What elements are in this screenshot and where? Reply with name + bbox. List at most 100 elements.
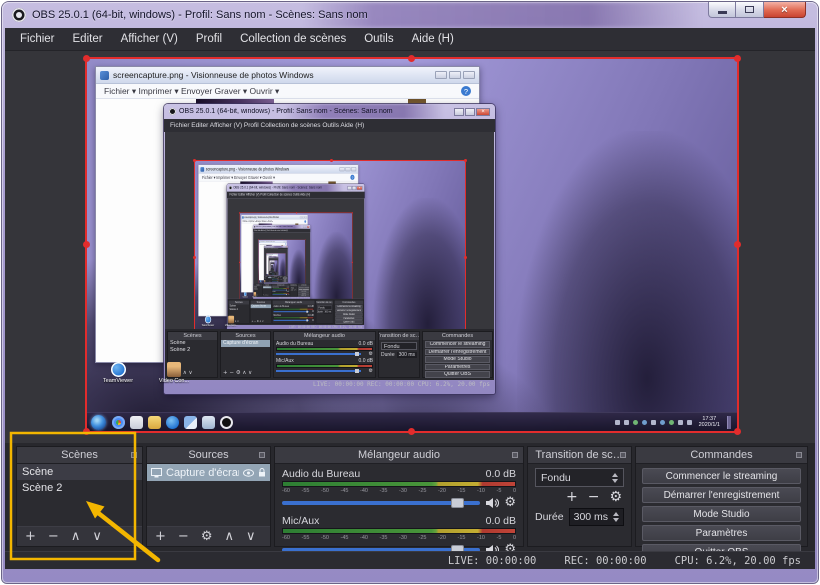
close-button[interactable]: × xyxy=(764,2,806,18)
title-bar[interactable]: OBS 25.0.1 (64-bit, windows) - Profil: S… xyxy=(2,2,818,28)
resize-handle[interactable] xyxy=(408,55,415,62)
volume-slider[interactable] xyxy=(282,497,481,508)
nested-desktop-slot: screencapture.png - Visionneuse de photo… xyxy=(258,239,306,284)
menu-outils[interactable]: Outils xyxy=(355,33,402,45)
scene-down-button[interactable]: ∨ xyxy=(92,530,102,543)
source-up-button[interactable]: ∧ xyxy=(224,530,234,543)
dock-float-icon[interactable] xyxy=(512,452,518,458)
photo-viewer-icon xyxy=(100,70,109,80)
desktop-icons: TeamViewer Video Con... xyxy=(242,292,259,298)
resize-handle[interactable] xyxy=(734,241,741,248)
photo-viewer-icon xyxy=(200,166,205,172)
minimize-icon xyxy=(717,11,727,14)
volume-slider-handle[interactable] xyxy=(451,497,465,508)
studio-mode-button[interactable]: Mode Studio xyxy=(642,506,801,522)
photo-viewer-window-controls xyxy=(283,241,287,243)
photo-viewer-window-controls xyxy=(435,71,475,79)
teamviewer-icon xyxy=(110,362,126,377)
nested-desktop-slot: screencapture.png - Visionneuse de photo… xyxy=(195,161,465,329)
volume-meter xyxy=(282,481,516,487)
photo-viewer-toolbar: Fichier ▾ Imprimer ▾ Envoyer Graver ▾ Ou… xyxy=(104,85,280,96)
transition-properties-gear-icon[interactable]: ⚙ xyxy=(609,489,622,505)
source-item-capture-ecran[interactable]: Capture d'écran xyxy=(147,464,270,481)
maximize-button[interactable] xyxy=(736,2,764,18)
scenes-toolbar: + − ∧ ∨ xyxy=(17,526,142,546)
add-transition-button[interactable]: + xyxy=(566,489,578,505)
sources-panel-title: Sources xyxy=(188,449,229,461)
speaker-icon[interactable] xyxy=(485,497,500,509)
dock-panels-row: Scènes Scène Scène 2 + − ∧ ∨ Sources Cap… xyxy=(5,443,815,560)
captured-desktop: screencapture.png - Visionneuse de photo… xyxy=(266,253,286,276)
menu-aide[interactable]: Aide (H) xyxy=(403,33,463,45)
scenes-panel: Scènes Scène Scène 2 + − ∧ ∨ xyxy=(16,446,143,547)
obs-logo-icon xyxy=(229,186,232,190)
help-icon: ? xyxy=(350,174,355,180)
window-controls: × xyxy=(708,2,806,18)
resize-handle[interactable] xyxy=(408,428,415,435)
add-source-button[interactable]: + xyxy=(155,530,166,543)
nested-capture: screencapture.png - Visionneuse de photo… xyxy=(269,260,278,272)
screen-capture-selection[interactable]: screencapture.png - Visionneuse de photo… xyxy=(83,55,741,435)
remove-scene-button[interactable]: − xyxy=(48,530,59,543)
menu-fichier[interactable]: Fichier xyxy=(11,33,64,45)
resize-handle[interactable] xyxy=(83,241,90,248)
channel-settings-gear-icon[interactable]: ⚙ xyxy=(504,496,516,509)
nested-capture xyxy=(271,265,273,269)
nested-dock-panels: Scènes Scène Scène 2 + − ∧ ∨ Sources Cap… xyxy=(253,283,311,297)
resize-handle[interactable] xyxy=(83,428,90,435)
source-properties-button[interactable]: ⚙ xyxy=(201,530,213,543)
menu-afficher[interactable]: Afficher (V) xyxy=(112,33,187,45)
nested-dock-panels: Scènes Scène Scène 2 + − ∧ ∨ Sources Cap… xyxy=(264,275,288,283)
nested-status-bar: LIVE: 00:00:00 REC: 00:00:00 CPU: 6.2%, … xyxy=(312,381,490,388)
nested-obs-window: OBS 25.0.1 (64-bit, windows) - Profil: S… xyxy=(253,224,311,299)
nested-window-title: OBS 25.0.1 (64-bit, windows) - Profil: S… xyxy=(255,225,293,228)
source-down-button[interactable]: ∨ xyxy=(246,530,256,543)
desktop-icons: TeamViewer Video Con... xyxy=(199,315,240,327)
resize-handle[interactable] xyxy=(83,55,90,62)
menu-profil[interactable]: Profil xyxy=(187,33,231,45)
nested-desktop-slot: screencapture.png - Visionneuse de photo… xyxy=(269,260,278,272)
live-timer: LIVE: 00:00:00 xyxy=(447,554,537,567)
menu-collection-scenes[interactable]: Collection de scènes xyxy=(231,33,355,45)
sources-toolbar: + − ⚙ ∧ ∨ xyxy=(147,526,270,546)
start-recording-button[interactable]: Démarrer l'enregistrement xyxy=(642,487,801,503)
scenes-panel-title: Scènes xyxy=(61,449,98,461)
spinbox-arrows-icon xyxy=(613,512,619,522)
captured-desktop: screencapture.png - Visionneuse de photo… xyxy=(239,213,353,299)
duration-spinbox[interactable]: 300 ms xyxy=(568,508,624,526)
scene-up-button[interactable]: ∧ xyxy=(71,530,81,543)
system-tray: 17:37 2020/1/1 xyxy=(614,415,737,429)
dock-float-icon[interactable] xyxy=(620,452,626,458)
settings-button[interactable]: Paramètres xyxy=(642,525,801,541)
transition-type-select[interactable]: Fondu xyxy=(535,468,624,487)
nested-capture: screencapture.png - Visionneuse de photo… xyxy=(193,159,467,329)
dock-float-icon[interactable] xyxy=(796,452,802,458)
window-title: OBS 25.0.1 (64-bit, windows) - Profil: S… xyxy=(32,9,368,21)
obs-taskbar-icon xyxy=(220,415,233,429)
lock-icon[interactable] xyxy=(258,468,266,477)
remove-transition-button[interactable]: − xyxy=(588,489,600,505)
add-scene-button[interactable]: + xyxy=(25,530,36,543)
photo-viewer-title: screencapture.png - Visionneuse de photo… xyxy=(113,70,314,80)
transition-panel-title: Transition de sc… xyxy=(535,449,624,461)
eye-icon[interactable] xyxy=(243,468,254,477)
nested-menu-bar: Fichier Editer Afficher (V) Profil Colle… xyxy=(164,119,495,132)
minimize-button[interactable] xyxy=(708,2,736,18)
duration-label: Durée xyxy=(535,511,564,523)
resize-handle[interactable] xyxy=(734,428,741,435)
dock-float-icon[interactable] xyxy=(131,452,137,458)
scene-item[interactable]: Scène 2 xyxy=(17,480,142,496)
scene-item[interactable]: Scène xyxy=(17,464,142,480)
nested-obs-window: OBS 25.0.1 (64-bit, windows) - Profil: S… xyxy=(164,104,495,394)
resize-handle[interactable] xyxy=(734,55,741,62)
menu-editer[interactable]: Editer xyxy=(64,33,112,45)
sources-panel: Sources Capture d'écran + − ⚙ ∧ ∨ xyxy=(146,446,271,547)
document-app-icon xyxy=(130,415,143,429)
volume-meter xyxy=(282,528,516,534)
obs-main-window: OBS 25.0.1 (64-bit, windows) - Profil: S… xyxy=(2,2,818,583)
dock-float-icon[interactable] xyxy=(259,452,265,458)
remove-source-button[interactable]: − xyxy=(178,530,189,543)
nested-preview-area: screencapture.png - Visionneuse de photo… xyxy=(268,258,279,272)
start-streaming-button[interactable]: Commencer le streaming xyxy=(642,468,801,484)
nested-preview-area: screencapture.png - Visionneuse de photo… xyxy=(253,232,311,284)
